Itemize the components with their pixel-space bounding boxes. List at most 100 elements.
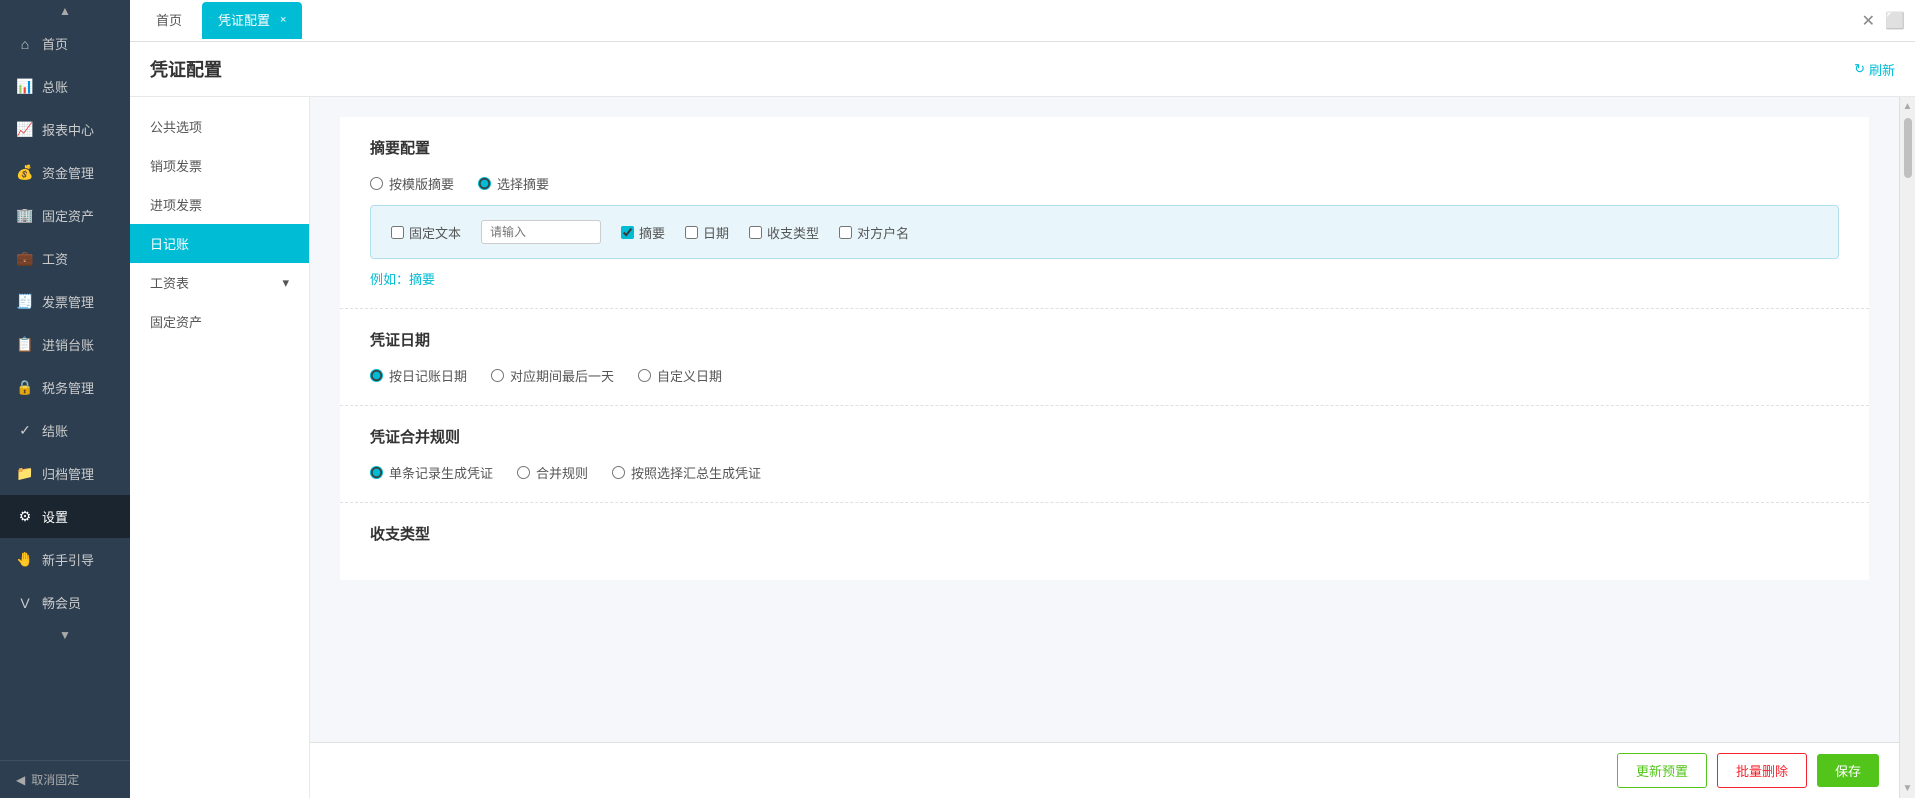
radio-template-summary-input[interactable] xyxy=(370,177,383,190)
settings-icon: ⚙ xyxy=(16,508,34,525)
income-type-section-title: 收支类型 xyxy=(370,523,1839,544)
left-nav-journal[interactable]: 日记账 xyxy=(130,224,309,263)
scroll-up-arrow[interactable]: ▲ xyxy=(1901,99,1915,114)
update-preview-button[interactable]: 更新预置 xyxy=(1617,753,1707,788)
sidebar-item-invoice-mgmt[interactable]: 🧾 发票管理 xyxy=(0,280,130,323)
sidebar-item-archive[interactable]: 📁 归档管理 xyxy=(0,452,130,495)
merge-section: 凭证合并规则 单条记录生成凭证 合并规则 按照选择汇总生成凭证 xyxy=(340,406,1869,503)
main-area: 首页 凭证配置 × ✕ ⬜ 凭证配置 ↻ 刷新 公共选项 销项发票 进项 xyxy=(130,0,1915,798)
checkbox-counterpart[interactable]: 对方户名 xyxy=(839,223,909,242)
right-scrollbar[interactable]: ▲ ▼ xyxy=(1899,97,1915,798)
sidebar-unpin-button[interactable]: ◀ 取消固定 xyxy=(0,760,130,798)
radio-merge-rule[interactable]: 合并规则 xyxy=(517,463,588,482)
sidebar-item-closing[interactable]: ✓ 结账 xyxy=(0,409,130,452)
left-nav-purchase-invoice[interactable]: 进项发票 xyxy=(130,185,309,224)
sidebar: ▲ ⌂ 首页 📊 总账 📈 报表中心 💰 资金管理 🏢 固定资产 💼 工资 🧾 … xyxy=(0,0,130,798)
left-nav-public[interactable]: 公共选项 xyxy=(130,107,309,146)
date-radio-group: 按日记账日期 对应期间最后一天 自定义日期 xyxy=(370,366,1839,385)
sidebar-scroll-up[interactable]: ▲ xyxy=(0,0,130,22)
refresh-button[interactable]: ↻ 刷新 xyxy=(1854,60,1895,79)
closing-icon: ✓ xyxy=(16,422,34,439)
date-section: 凭证日期 按日记账日期 对应期间最后一天 自定义日期 xyxy=(340,309,1869,406)
page-header: 凭证配置 ↻ 刷新 xyxy=(130,42,1915,97)
scroll-down-arrow[interactable]: ▼ xyxy=(1901,781,1915,796)
tax-icon: 🔒 xyxy=(16,379,34,396)
checkbox-income-type[interactable]: 收支类型 xyxy=(749,223,819,242)
radio-merge-rule-input[interactable] xyxy=(517,466,530,479)
left-nav-sales-invoice[interactable]: 销项发票 xyxy=(130,146,309,185)
invoice-icon: 🧾 xyxy=(16,293,34,310)
radio-journal-date[interactable]: 按日记账日期 xyxy=(370,366,467,385)
left-nav-payroll-table[interactable]: 工资表 ▾ xyxy=(130,263,309,302)
tab-voucher-config[interactable]: 凭证配置 × xyxy=(202,2,302,39)
tab-bar-actions: ✕ ⬜ xyxy=(1862,11,1905,31)
radio-journal-date-input[interactable] xyxy=(370,369,383,382)
radio-single-record-input[interactable] xyxy=(370,466,383,479)
page-title: 凭证配置 xyxy=(150,56,222,82)
sidebar-item-settings[interactable]: ⚙ 设置 xyxy=(0,495,130,538)
sidebar-item-vip[interactable]: V 畅会员 xyxy=(0,581,130,624)
sidebar-item-ledger[interactable]: 📊 总账 xyxy=(0,65,130,108)
left-nav: 公共选项 销项发票 进项发票 日记账 工资表 ▾ 固定资产 xyxy=(130,97,310,798)
refresh-icon: ↻ xyxy=(1854,61,1865,77)
checkbox-summary-input[interactable] xyxy=(621,226,634,239)
radio-select-summary[interactable]: 选择摘要 xyxy=(478,174,549,193)
sidebar-item-home[interactable]: ⌂ 首页 xyxy=(0,22,130,65)
left-nav-fixed-assets[interactable]: 固定资产 xyxy=(130,302,309,341)
unpin-icon: ◀ xyxy=(16,773,25,787)
reports-icon: 📈 xyxy=(16,121,34,138)
home-icon: ⌂ xyxy=(16,36,34,52)
merge-radio-group: 单条记录生成凭证 合并规则 按照选择汇总生成凭证 xyxy=(370,463,1839,482)
sidebar-item-guide[interactable]: 🤚 新手引导 xyxy=(0,538,130,581)
date-section-title: 凭证日期 xyxy=(370,329,1839,350)
vip-icon: V xyxy=(16,595,34,611)
purchase-sales-icon: 📋 xyxy=(16,336,34,353)
checkbox-fixed-text-input[interactable] xyxy=(391,226,404,239)
checkbox-summary[interactable]: 摘要 xyxy=(621,223,665,242)
summary-radio-group: 按模版摘要 选择摘要 xyxy=(370,174,1839,193)
radio-select-total[interactable]: 按照选择汇总生成凭证 xyxy=(612,463,761,482)
bottom-bar: 更新预置 批量删除 保存 xyxy=(310,742,1899,798)
summary-section: 摘要配置 按模版摘要 选择摘要 xyxy=(340,117,1869,309)
checkbox-income-type-input[interactable] xyxy=(749,226,762,239)
content-layout: 公共选项 销项发票 进项发票 日记账 工资表 ▾ 固定资产 xyxy=(130,97,1915,798)
funds-icon: 💰 xyxy=(16,164,34,181)
radio-custom-date[interactable]: 自定义日期 xyxy=(638,366,722,385)
batch-delete-button[interactable]: 批量删除 xyxy=(1717,753,1807,788)
main-content: 摘要配置 按模版摘要 选择摘要 xyxy=(310,97,1899,742)
payroll-icon: 💼 xyxy=(16,250,34,267)
merge-section-title: 凭证合并规则 xyxy=(370,426,1839,447)
sidebar-scroll-down[interactable]: ▼ xyxy=(0,624,130,646)
tab-home[interactable]: 首页 xyxy=(140,2,198,39)
checkbox-fixed-text[interactable]: 固定文本 xyxy=(391,223,461,242)
tab-close-button[interactable]: × xyxy=(280,14,286,26)
sidebar-item-purchase-sales[interactable]: 📋 进销台账 xyxy=(0,323,130,366)
fixed-assets-icon: 🏢 xyxy=(16,207,34,224)
checkbox-date[interactable]: 日期 xyxy=(685,223,729,242)
guide-icon: 🤚 xyxy=(16,551,34,568)
window-close-icon[interactable]: ✕ xyxy=(1862,11,1875,31)
sidebar-item-fixed-assets[interactable]: 🏢 固定资产 xyxy=(0,194,130,237)
radio-single-record[interactable]: 单条记录生成凭证 xyxy=(370,463,493,482)
scroll-thumb[interactable] xyxy=(1904,118,1912,178)
radio-custom-date-input[interactable] xyxy=(638,369,651,382)
radio-select-total-input[interactable] xyxy=(612,466,625,479)
radio-last-day[interactable]: 对应期间最后一天 xyxy=(491,366,614,385)
save-button[interactable]: 保存 xyxy=(1817,754,1879,787)
ledger-icon: 📊 xyxy=(16,78,34,95)
checkbox-date-input[interactable] xyxy=(685,226,698,239)
window-restore-icon[interactable]: ⬜ xyxy=(1885,11,1905,31)
sidebar-item-funds[interactable]: 💰 资金管理 xyxy=(0,151,130,194)
summary-section-title: 摘要配置 xyxy=(370,137,1839,158)
income-type-section: 收支类型 xyxy=(340,503,1869,580)
summary-checkbox-box: 固定文本 摘要 日期 收支类型 xyxy=(370,205,1839,259)
checkbox-counterpart-input[interactable] xyxy=(839,226,852,239)
sidebar-item-payroll[interactable]: 💼 工资 xyxy=(0,237,130,280)
sidebar-item-tax[interactable]: 🔒 税务管理 xyxy=(0,366,130,409)
sidebar-item-reports[interactable]: 📈 报表中心 xyxy=(0,108,130,151)
fixed-text-input[interactable] xyxy=(481,220,601,244)
radio-last-day-input[interactable] xyxy=(491,369,504,382)
chevron-down-icon: ▾ xyxy=(282,275,289,291)
radio-template-summary[interactable]: 按模版摘要 xyxy=(370,174,454,193)
radio-select-summary-input[interactable] xyxy=(478,177,491,190)
